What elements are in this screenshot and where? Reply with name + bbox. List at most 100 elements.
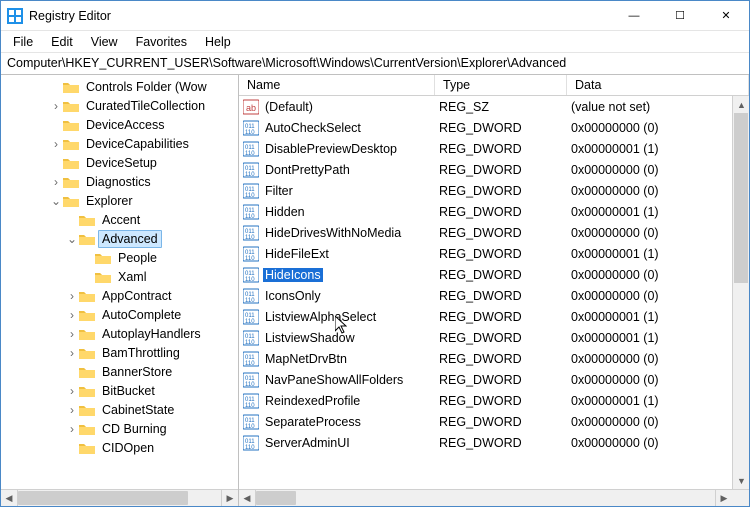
tree-item[interactable]: ›DeviceCapabilities (1, 134, 238, 153)
tree-item-label: CabinetState (98, 401, 178, 419)
list-row[interactable]: IconsOnlyREG_DWORD0x00000000 (0) (239, 285, 749, 306)
value-type: REG_DWORD (435, 205, 567, 219)
chevron-right-icon[interactable]: › (65, 422, 79, 436)
value-name: (Default) (263, 100, 315, 114)
tree-item-label: Xaml (114, 268, 150, 286)
tree-item[interactable]: ›CuratedTileCollection (1, 96, 238, 115)
list-row[interactable]: HideIcons REG_DWORD0x00000000 (0) (239, 264, 749, 285)
scrollbar-thumb[interactable] (734, 113, 748, 283)
tree-item[interactable]: DeviceSetup (1, 153, 238, 172)
chevron-right-icon[interactable]: › (49, 175, 63, 189)
tree-item[interactable]: ⌄Advanced (1, 229, 238, 248)
chevron-right-icon[interactable]: › (65, 384, 79, 398)
list-row[interactable]: DontPrettyPathREG_DWORD0x00000000 (0) (239, 159, 749, 180)
folder-icon (63, 137, 79, 151)
value-data: 0x00000001 (1) (567, 310, 749, 324)
tree-item[interactable]: ›AppContract (1, 286, 238, 305)
address-bar[interactable]: Computer\HKEY_CURRENT_USER\Software\Micr… (1, 53, 749, 75)
tree-pane: Controls Folder (Wow›CuratedTileCollecti… (1, 75, 239, 506)
tree-item[interactable]: People (1, 248, 238, 267)
chevron-right-icon[interactable]: › (65, 403, 79, 417)
tree-item[interactable]: › BitBucket (1, 381, 238, 400)
list-horizontal-scrollbar[interactable]: ◀ ▶ (239, 489, 749, 506)
value-type: REG_DWORD (435, 268, 567, 282)
list-row[interactable]: AutoCheckSelectREG_DWORD0x00000000 (0) (239, 117, 749, 138)
tree-item-label: Accent (98, 211, 144, 229)
list-row[interactable]: HiddenREG_DWORD0x00000001 (1) (239, 201, 749, 222)
chevron-right-icon[interactable]: › (49, 137, 63, 151)
chevron-right-icon[interactable]: › (49, 99, 63, 113)
list-row[interactable]: DisablePreviewDesktopREG_DWORD0x00000001… (239, 138, 749, 159)
value-data: 0x00000000 (0) (567, 436, 749, 450)
scroll-left-icon[interactable]: ◀ (1, 490, 18, 506)
chevron-right-icon[interactable]: › (65, 289, 79, 303)
tree-item[interactable]: ›AutoplayHandlers (1, 324, 238, 343)
chevron-right-icon[interactable]: › (65, 327, 79, 341)
folder-icon (63, 156, 79, 170)
scroll-right-icon[interactable]: ▶ (715, 490, 732, 506)
list-row[interactable]: HideDrivesWithNoMediaREG_DWORD0x00000000… (239, 222, 749, 243)
tree-item-label: BitBucket (98, 382, 159, 400)
scroll-down-icon[interactable]: ▼ (733, 472, 749, 489)
tree-item[interactable]: Accent (1, 210, 238, 229)
value-name: NavPaneShowAllFolders (263, 373, 405, 387)
minimize-button[interactable]: — (611, 1, 657, 31)
chevron-down-icon[interactable]: ⌄ (49, 194, 63, 208)
list-row[interactable]: HideFileExtREG_DWORD0x00000001 (1) (239, 243, 749, 264)
menu-item-file[interactable]: File (5, 33, 41, 51)
maximize-button[interactable]: ☐ (657, 1, 703, 31)
tree-item[interactable]: DeviceAccess (1, 115, 238, 134)
value-name: HideIcons (263, 268, 323, 282)
menu-item-edit[interactable]: Edit (43, 33, 81, 51)
column-header-type[interactable]: Type (435, 75, 567, 95)
value-data: 0x00000000 (0) (567, 268, 749, 282)
value-type: REG_DWORD (435, 394, 567, 408)
chevron-right-icon[interactable]: › (65, 346, 79, 360)
tree-item[interactable]: ›CD Burning (1, 419, 238, 438)
tree-item[interactable]: Controls Folder (Wow (1, 77, 238, 96)
list-row[interactable]: ListviewShadowREG_DWORD0x00000001 (1) (239, 327, 749, 348)
value-data: (value not set) (567, 100, 749, 114)
scrollbar-thumb[interactable] (18, 491, 188, 505)
tree-item[interactable]: Xaml (1, 267, 238, 286)
value-name: ListviewAlphaSelect (263, 310, 378, 324)
list-row[interactable]: ReindexedProfileREG_DWORD0x00000001 (1) (239, 390, 749, 411)
tree-item[interactable]: CIDOpen (1, 438, 238, 457)
chevron-down-icon[interactable]: ⌄ (65, 232, 79, 246)
folder-icon (79, 384, 95, 398)
tree-horizontal-scrollbar[interactable]: ◀ ▶ (1, 489, 238, 506)
tree-item[interactable]: BannerStore (1, 362, 238, 381)
list-row[interactable]: (Default)REG_SZ(value not set) (239, 96, 749, 117)
scroll-left-icon[interactable]: ◀ (239, 490, 256, 506)
tree-item[interactable]: ⌄Explorer (1, 191, 238, 210)
tree-item[interactable]: ›AutoComplete (1, 305, 238, 324)
list-row[interactable]: ServerAdminUIREG_DWORD0x00000000 (0) (239, 432, 749, 453)
menu-item-help[interactable]: Help (197, 33, 239, 51)
list-row[interactable]: MapNetDrvBtnREG_DWORD0x00000000 (0) (239, 348, 749, 369)
folder-icon (79, 346, 95, 360)
column-header-data[interactable]: Data (567, 75, 749, 95)
list-row[interactable]: SeparateProcessREG_DWORD0x00000000 (0) (239, 411, 749, 432)
list-row[interactable]: FilterREG_DWORD0x00000000 (0) (239, 180, 749, 201)
menu-item-favorites[interactable]: Favorites (128, 33, 195, 51)
chevron-right-icon[interactable]: › (65, 308, 79, 322)
scroll-right-icon[interactable]: ▶ (221, 490, 238, 506)
tree-item[interactable]: › Diagnostics (1, 172, 238, 191)
column-header-name[interactable]: Name (239, 75, 435, 95)
scrollbar-thumb[interactable] (256, 491, 296, 505)
scroll-up-icon[interactable]: ▲ (733, 96, 749, 113)
tree-item-label: BannerStore (98, 363, 176, 381)
close-button[interactable]: ✕ (703, 1, 749, 31)
tree-item-label: People (114, 249, 161, 267)
menu-item-view[interactable]: View (83, 33, 126, 51)
tree-item[interactable]: ›BamThrottling (1, 343, 238, 362)
list-row[interactable]: ListviewAlphaSelectREG_DWORD0x00000001 (… (239, 306, 749, 327)
dword-value-icon (243, 183, 259, 199)
value-data: 0x00000000 (0) (567, 373, 749, 387)
tree-item-label: Diagnostics (82, 173, 155, 191)
value-data: 0x00000000 (0) (567, 121, 749, 135)
folder-icon (63, 99, 79, 113)
tree-item[interactable]: › CabinetState (1, 400, 238, 419)
list-row[interactable]: NavPaneShowAllFoldersREG_DWORD0x00000000… (239, 369, 749, 390)
list-vertical-scrollbar[interactable]: ▲ ▼ (732, 96, 749, 489)
